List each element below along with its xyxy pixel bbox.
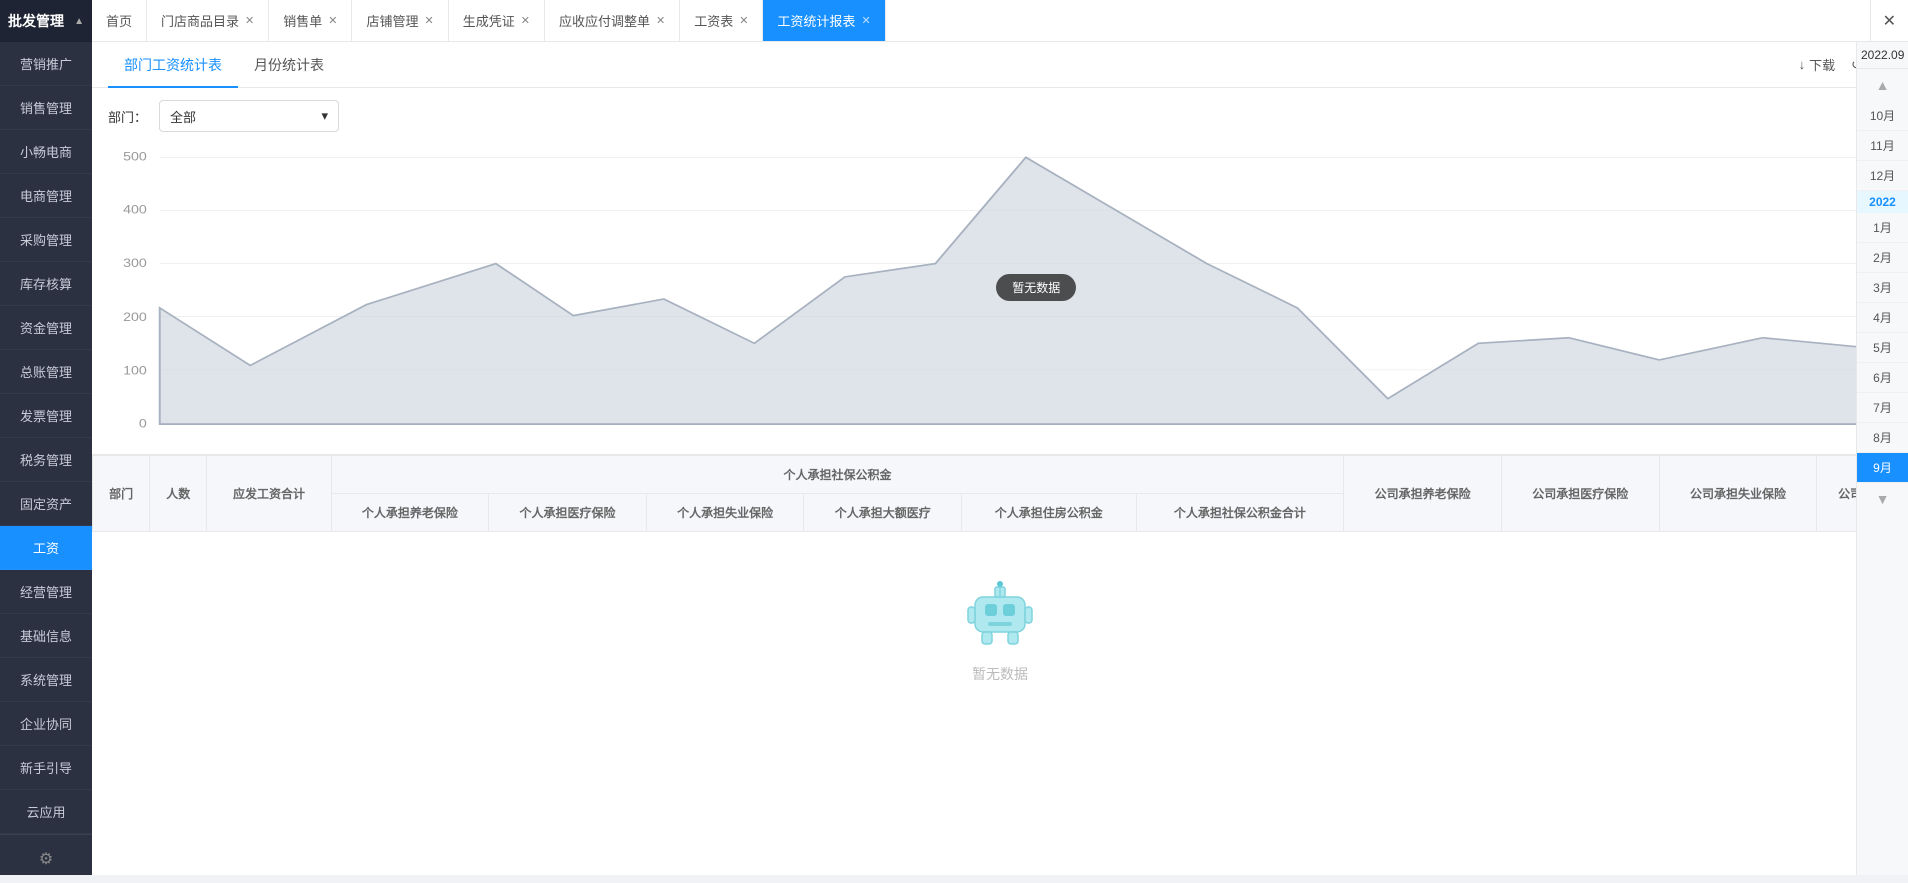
chart-tooltip: 暂无数据: [996, 274, 1076, 301]
tab-close-icon[interactable]: ✕: [739, 14, 748, 27]
tab-month-stats[interactable]: 月份统计表: [238, 42, 340, 88]
chevron-down-icon: ▾: [321, 108, 328, 124]
date-month-2[interactable]: 2月: [1857, 243, 1908, 273]
col-personal-total: 个人承担社保公积金合计: [1136, 494, 1344, 532]
sidebar-item-基础信息[interactable]: 基础信息: [0, 614, 92, 658]
sidebar-header-label: 批发管理: [8, 11, 64, 31]
col-headcount: 人数: [150, 456, 207, 532]
date-month-8[interactable]: 8月: [1857, 423, 1908, 453]
date-nav-up[interactable]: ▲: [1869, 71, 1897, 99]
sidebar-item-销售管理[interactable]: 销售管理: [0, 86, 92, 130]
col-company-old: 公司承担养老保险: [1344, 456, 1502, 532]
sidebar-header[interactable]: 批发管理 ▲: [0, 0, 92, 42]
date-month-12[interactable]: 12月: [1857, 161, 1908, 191]
tab-店铺管理[interactable]: 店铺管理✕: [352, 0, 448, 41]
empty-text: 暂无数据: [972, 664, 1028, 684]
tab-close-icon[interactable]: ✕: [521, 14, 530, 27]
svg-text:300: 300: [123, 256, 147, 270]
svg-text:400: 400: [123, 203, 147, 217]
tab-生成凭证[interactable]: 生成凭证✕: [449, 0, 545, 41]
data-table: 部门 人数 应发工资合计 个人承担社保公积金 公司承担养老保险 公司承担医疗保险…: [92, 455, 1908, 532]
date-month-4[interactable]: 4月: [1857, 303, 1908, 333]
close-all-tabs-button[interactable]: ✕: [1870, 0, 1908, 41]
sidebar-item-总账管理[interactable]: 总账管理: [0, 350, 92, 394]
tab-门店商品目录[interactable]: 门店商品目录✕: [147, 0, 269, 41]
sidebar-item-企业协同[interactable]: 企业协同: [0, 702, 92, 746]
date-month-5[interactable]: 5月: [1857, 333, 1908, 363]
tab-close-icon[interactable]: ✕: [861, 14, 870, 27]
sub-tab-group: 部门工资统计表 月份统计表: [108, 42, 340, 87]
col-personal-unemp: 个人承担失业保险: [646, 494, 804, 532]
date-nav-down[interactable]: ▼: [1869, 485, 1897, 513]
date-month-3[interactable]: 3月: [1857, 273, 1908, 303]
tab-工资统计报表[interactable]: 工资统计报表✕: [763, 0, 885, 41]
col-company-medical: 公司承担医疗保险: [1501, 456, 1659, 532]
sidebar-item-系统管理[interactable]: 系统管理: [0, 658, 92, 702]
sidebar-item-税务管理[interactable]: 税务管理: [0, 438, 92, 482]
sub-tab-bar: 部门工资统计表 月份统计表 ↓ 下载 ↺ 刷新: [92, 42, 1908, 88]
dept-filter-select[interactable]: 全部 ▾: [159, 100, 339, 132]
tab-close-icon[interactable]: ✕: [328, 14, 337, 27]
col-dept: 部门: [93, 456, 150, 532]
sidebar-item-小畅电商[interactable]: 小畅电商: [0, 130, 92, 174]
col-group-personal-insurance: 个人承担社保公积金: [331, 456, 1344, 494]
date-month-6[interactable]: 6月: [1857, 363, 1908, 393]
page-content: 部门工资统计表 月份统计表 ↓ 下载 ↺ 刷新 部门： 全部 ▾: [92, 42, 1908, 875]
download-icon: ↓: [1799, 57, 1806, 72]
download-button[interactable]: ↓ 下载: [1799, 55, 1836, 74]
date-panel: 2022.09 ▲ 10月 11月 12月 2022 1月 2月 3月 4月 5…: [1856, 42, 1908, 875]
sidebar: 批发管理 ▲ 营销推广销售管理小畅电商电商管理采购管理库存核算资金管理总账管理发…: [0, 0, 92, 875]
svg-text:500: 500: [123, 150, 147, 164]
tab-应收应付调整单[interactable]: 应收应付调整单✕: [545, 0, 680, 41]
tab-close-icon[interactable]: ✕: [656, 14, 665, 27]
sidebar-item-经营管理[interactable]: 经营管理: [0, 570, 92, 614]
date-month-1[interactable]: 1月: [1857, 213, 1908, 243]
date-panel-header: 2022.09: [1857, 42, 1908, 69]
col-personal-medical: 个人承担医疗保险: [489, 494, 647, 532]
col-personal-old: 个人承担养老保险: [331, 494, 489, 532]
sidebar-collapse-icon: ▲: [74, 16, 84, 27]
svg-text:0: 0: [139, 416, 147, 430]
tab-销售单[interactable]: 销售单✕: [269, 0, 352, 41]
sidebar-item-采购管理[interactable]: 采购管理: [0, 218, 92, 262]
date-year-label: 2022: [1857, 191, 1908, 213]
tab-bar: 首页门店商品目录✕销售单✕店铺管理✕生成凭证✕应收应付调整单✕工资表✕工资统计报…: [92, 0, 1908, 42]
sidebar-item-云应用[interactable]: 云应用: [0, 790, 92, 834]
sidebar-item-资金管理[interactable]: 资金管理: [0, 306, 92, 350]
filter-row: 部门： 全部 ▾: [92, 88, 1908, 144]
sidebar-item-电商管理[interactable]: 电商管理: [0, 174, 92, 218]
sidebar-item-营销推广[interactable]: 营销推广: [0, 42, 92, 86]
sidebar-item-新手引导[interactable]: 新手引导: [0, 746, 92, 790]
col-company-unemp: 公司承担失业保险: [1659, 456, 1817, 532]
col-total-salary: 应发工资合计: [207, 456, 331, 532]
col-personal-big-med: 个人承担大额医疗: [804, 494, 962, 532]
chart-area: 500 400 300 200 100 0 暂无数据: [92, 144, 1908, 454]
date-month-7[interactable]: 7月: [1857, 393, 1908, 423]
date-month-10[interactable]: 10月: [1857, 101, 1908, 131]
sidebar-item-发票管理[interactable]: 发票管理: [0, 394, 92, 438]
empty-robot-icon: [960, 572, 1040, 652]
settings-icon[interactable]: ⚙: [0, 834, 92, 883]
tab-close-icon[interactable]: ✕: [245, 14, 254, 27]
sidebar-item-库存核算[interactable]: 库存核算: [0, 262, 92, 306]
col-personal-house: 个人承担住房公积金: [962, 494, 1136, 532]
svg-text:100: 100: [123, 363, 147, 377]
empty-state: 暂无数据: [92, 532, 1908, 724]
tab-dept-stats[interactable]: 部门工资统计表: [108, 42, 238, 88]
tab-首页[interactable]: 首页: [92, 0, 147, 41]
date-month-9-active[interactable]: 9月: [1857, 453, 1908, 483]
tab-工资表[interactable]: 工资表✕: [680, 0, 763, 41]
date-month-11[interactable]: 11月: [1857, 131, 1908, 161]
sidebar-item-固定资产[interactable]: 固定资产: [0, 482, 92, 526]
tab-close-icon[interactable]: ✕: [425, 14, 434, 27]
data-table-container[interactable]: 部门 人数 应发工资合计 个人承担社保公积金 公司承担养老保险 公司承担医疗保险…: [92, 454, 1908, 875]
main-area: 首页门店商品目录✕销售单✕店铺管理✕生成凭证✕应收应付调整单✕工资表✕工资统计报…: [92, 0, 1908, 875]
sidebar-item-工资[interactable]: 工资: [0, 526, 92, 570]
svg-text:200: 200: [123, 310, 147, 324]
dept-filter-value: 全部: [170, 107, 196, 126]
dept-filter-label: 部门：: [108, 107, 147, 126]
